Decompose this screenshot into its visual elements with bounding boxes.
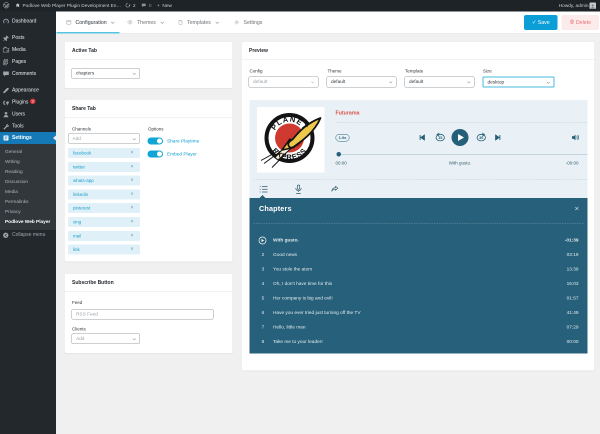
svg-text:30: 30 bbox=[479, 136, 483, 140]
svg-text:15: 15 bbox=[438, 136, 442, 140]
